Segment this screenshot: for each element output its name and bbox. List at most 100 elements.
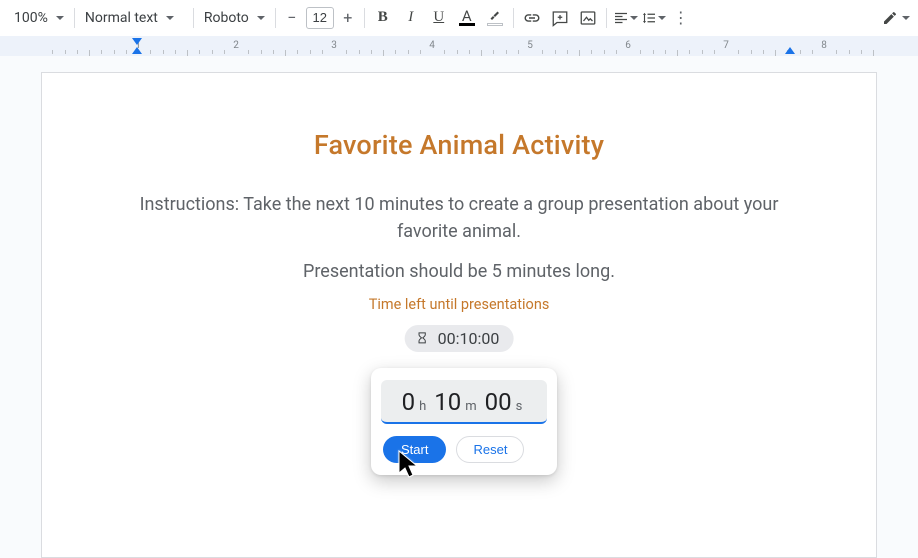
line-spacing-button[interactable]: [639, 4, 667, 32]
ruler-tick: [518, 50, 519, 54]
ruler-number: 8: [821, 40, 827, 51]
ruler-tick: [469, 50, 470, 54]
ruler-tick: [297, 50, 298, 54]
ruler-tick: [481, 50, 482, 56]
insert-image-button[interactable]: [574, 4, 602, 32]
timer-minutes: 10: [434, 388, 461, 416]
ruler-number: 2: [233, 40, 239, 51]
highlight-color-button[interactable]: [481, 4, 509, 32]
ruler-tick: [408, 50, 409, 54]
left-indent-marker[interactable]: [132, 47, 142, 54]
separator: [364, 8, 365, 28]
ruler-tick: [873, 50, 874, 56]
paragraph-style-dropdown[interactable]: Normal text: [79, 4, 189, 32]
ruler-tick: [150, 50, 151, 54]
ruler-tick: [591, 50, 592, 54]
ruler-tick: [812, 50, 813, 54]
chevron-down-icon: [630, 16, 638, 20]
ruler-tick: [420, 50, 421, 54]
ruler-tick: [604, 50, 605, 54]
right-indent-marker[interactable]: [785, 47, 795, 54]
timer-seconds: 00: [485, 388, 512, 416]
highlighter-icon: [487, 6, 503, 30]
ruler-tick: [261, 50, 262, 54]
minutes-unit: m: [465, 399, 476, 414]
ruler-tick: [677, 50, 678, 56]
font-size-input[interactable]: [306, 7, 334, 29]
toolbar: 100% Normal text Roboto − + B I U A: [0, 0, 918, 36]
ruler-tick: [224, 50, 225, 54]
ruler-tick: [653, 50, 654, 54]
ruler-tick: [714, 50, 715, 54]
first-line-indent-marker[interactable]: [132, 38, 142, 45]
ruler-tick: [836, 50, 837, 54]
ruler-tick: [763, 50, 764, 54]
ruler-tick: [89, 50, 90, 56]
ruler-tick: [126, 50, 127, 54]
reset-button[interactable]: Reset: [456, 436, 524, 463]
document-page[interactable]: Favorite Animal Activity Instructions: T…: [41, 72, 877, 558]
chevron-down-icon: [902, 16, 910, 20]
ruler-tick: [542, 50, 543, 54]
chevron-down-icon: [257, 16, 265, 20]
ruler-tick: [738, 50, 739, 54]
align-left-icon: [612, 9, 630, 27]
ruler-tick: [359, 50, 360, 54]
ruler-tick: [248, 50, 249, 54]
ruler-tick: [775, 50, 776, 56]
comment-plus-icon: [551, 9, 569, 27]
ruler-tick: [849, 50, 850, 54]
zoom-value: 100%: [14, 10, 48, 26]
zoom-dropdown[interactable]: 100%: [8, 4, 70, 32]
separator: [275, 8, 276, 28]
chevron-down-icon: [166, 16, 174, 20]
text-color-button[interactable]: A: [453, 4, 481, 32]
timer-display[interactable]: 0 h 10 m 00 s: [381, 380, 547, 424]
start-button[interactable]: Start: [383, 436, 446, 463]
ruler-tick: [163, 50, 164, 54]
underline-button[interactable]: U: [425, 4, 453, 32]
ruler[interactable]: 12345678: [0, 36, 918, 56]
align-button[interactable]: [611, 4, 639, 32]
ruler-tick: [444, 50, 445, 54]
paragraph-style-label: Normal text: [85, 10, 158, 26]
ruler-tick: [665, 50, 666, 54]
line-spacing-icon: [640, 9, 658, 27]
ruler-tick: [101, 50, 102, 54]
ruler-tick: [199, 50, 200, 54]
ruler-track: 12345678: [22, 37, 897, 55]
more-options-button[interactable]: ⋮: [667, 4, 695, 32]
ruler-tick: [285, 50, 286, 56]
ruler-tick: [579, 50, 580, 56]
timer-popover: 0 h 10 m 00 s Start Reset: [371, 368, 557, 475]
ruler-tick: [175, 50, 176, 54]
ruler-number: 6: [625, 40, 631, 51]
page-background: Favorite Animal Activity Instructions: T…: [0, 56, 918, 558]
editing-mode-button[interactable]: [882, 4, 910, 32]
ruler-tick: [371, 50, 372, 54]
font-family-dropdown[interactable]: Roboto: [198, 4, 271, 32]
ruler-tick: [751, 50, 752, 54]
decrease-font-size-button[interactable]: −: [280, 6, 304, 30]
ruler-tick: [567, 50, 568, 54]
italic-button[interactable]: I: [397, 4, 425, 32]
timer-hours: 0: [402, 388, 416, 416]
timer-chip[interactable]: 00:10:00: [405, 325, 514, 352]
separator: [606, 8, 607, 28]
ruler-tick: [640, 50, 641, 54]
page-title: Favorite Animal Activity: [102, 129, 816, 161]
font-family-label: Roboto: [204, 10, 249, 26]
increase-font-size-button[interactable]: +: [336, 6, 360, 30]
insert-link-button[interactable]: [518, 4, 546, 32]
ruler-number: 7: [723, 40, 729, 51]
chevron-down-icon: [56, 16, 64, 20]
seconds-unit: s: [516, 399, 523, 414]
ruler-tick: [346, 50, 347, 54]
hours-unit: h: [419, 399, 426, 414]
ruler-tick: [689, 50, 690, 54]
bold-button[interactable]: B: [369, 4, 397, 32]
ruler-tick: [383, 50, 384, 56]
font-size-stepper: − +: [280, 6, 360, 30]
add-comment-button[interactable]: [546, 4, 574, 32]
separator: [74, 8, 75, 28]
